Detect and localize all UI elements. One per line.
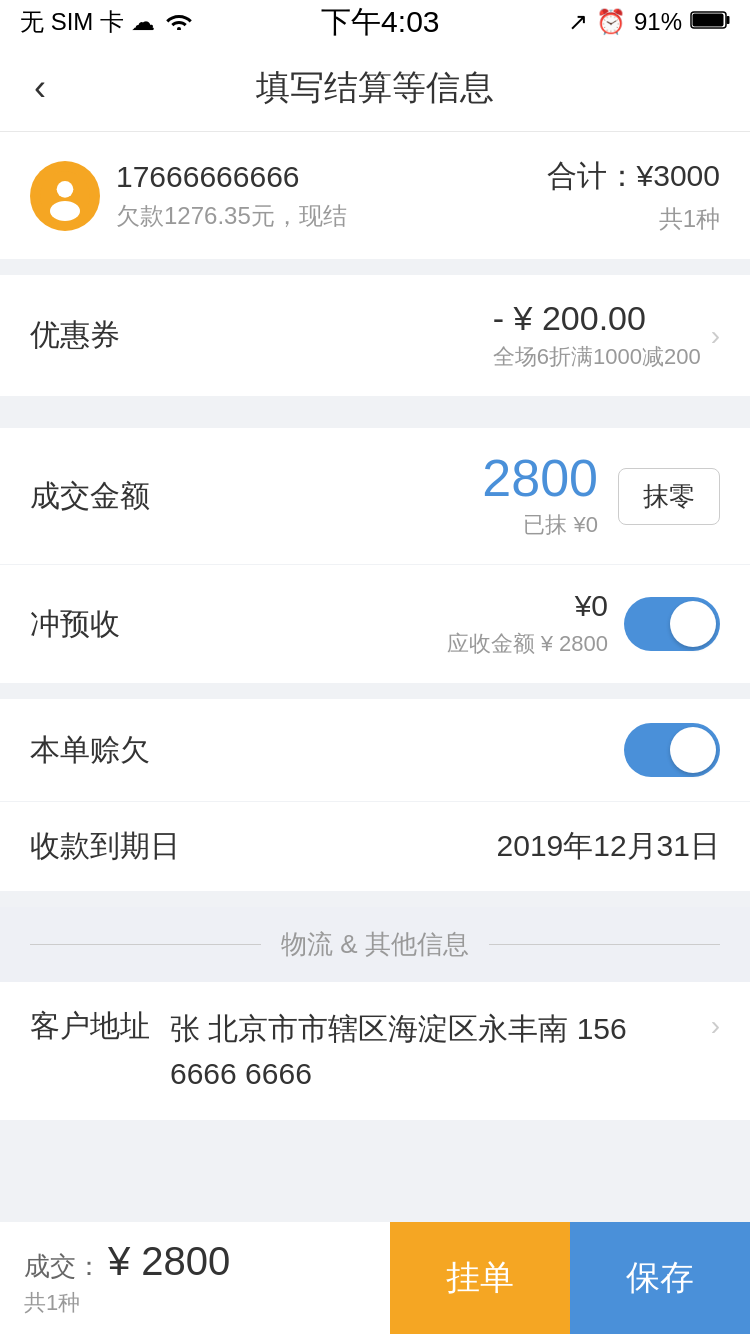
page-title: 填写结算等信息 bbox=[256, 65, 494, 111]
bottom-deal-amount: ¥ 2800 bbox=[108, 1239, 230, 1284]
advance-right: ¥0 应收金额 ¥ 2800 bbox=[447, 589, 720, 659]
address-label: 客户地址 bbox=[30, 1006, 150, 1047]
sim-label: 无 SIM 卡 ☁ bbox=[20, 6, 155, 38]
logistics-divider: 物流 & 其他信息 bbox=[0, 907, 750, 982]
nav-bar: ‹ 填写结算等信息 bbox=[0, 44, 750, 132]
back-button[interactable]: ‹ bbox=[24, 57, 56, 119]
save-button[interactable]: 保存 bbox=[570, 1222, 750, 1334]
deal-amount-label: 成交金额 bbox=[30, 476, 150, 517]
customer-phone: 17666666666 bbox=[116, 160, 347, 194]
bottom-deal-label: 成交： bbox=[24, 1249, 102, 1284]
address-row[interactable]: 客户地址 张 北京市市辖区海淀区永丰南 156 6666 6666 › bbox=[0, 982, 750, 1120]
location-icon: ↗ bbox=[568, 8, 588, 36]
svg-point-6 bbox=[50, 201, 80, 221]
due-date-label: 收款到期日 bbox=[30, 826, 180, 867]
advance-amounts: ¥0 应收金额 ¥ 2800 bbox=[447, 589, 608, 659]
section-divider-1 bbox=[0, 412, 750, 428]
advance-row: 冲预收 ¥0 应收金额 ¥ 2800 bbox=[0, 565, 750, 683]
deferred-toggle[interactable] bbox=[624, 723, 720, 777]
logistics-label: 物流 & 其他信息 bbox=[281, 927, 469, 962]
status-bar: 无 SIM 卡 ☁ 下午4:03 ↗ ⏰ 91% bbox=[0, 0, 750, 44]
bottom-deal-line: 成交： ¥ 2800 bbox=[24, 1239, 366, 1284]
toggle-thumb bbox=[670, 601, 716, 647]
bottom-info: 成交： ¥ 2800 共1种 bbox=[0, 1239, 390, 1318]
status-left: 无 SIM 卡 ☁ bbox=[20, 6, 193, 38]
customer-details: 17666666666 欠款1276.35元，现结 bbox=[116, 160, 347, 232]
advance-label: 冲预收 bbox=[30, 604, 120, 645]
form-section-2: 本单赊欠 收款到期日 2019年12月31日 bbox=[0, 699, 750, 891]
total-amount: 合计：¥3000 bbox=[547, 156, 720, 197]
divider-line-right bbox=[489, 944, 720, 945]
coupon-discount: - ¥ 200.00 bbox=[493, 299, 701, 338]
customer-card: 17666666666 欠款1276.35元，现结 合计：¥3000 共1种 bbox=[0, 132, 750, 259]
coupon-right: - ¥ 200.00 全场6折满1000减200 › bbox=[493, 299, 720, 372]
deal-amount-sub: 已抹 ¥0 bbox=[523, 510, 598, 540]
svg-point-0 bbox=[177, 27, 181, 30]
chevron-right-icon: › bbox=[711, 320, 720, 352]
due-date-row: 收款到期日 2019年12月31日 bbox=[0, 802, 750, 891]
svg-rect-2 bbox=[726, 16, 729, 24]
hold-button[interactable]: 挂单 bbox=[390, 1222, 570, 1334]
deferred-toggle-thumb bbox=[670, 727, 716, 773]
coupon-label: 优惠券 bbox=[30, 315, 120, 356]
deferred-row: 本单赊欠 bbox=[0, 699, 750, 802]
section-divider-2 bbox=[0, 683, 750, 699]
divider-line-left bbox=[30, 944, 261, 945]
customer-debt: 欠款1276.35元，现结 bbox=[116, 200, 347, 232]
deal-amount-value: 2800 bbox=[482, 452, 598, 504]
due-date-value: 2019年12月31日 bbox=[497, 826, 720, 867]
coupon-desc: 全场6折满1000减200 bbox=[493, 342, 701, 372]
form-section-1: 成交金额 2800 已抹 ¥0 抹零 冲预收 ¥0 应收金额 ¥ 2800 bbox=[0, 428, 750, 683]
svg-point-5 bbox=[57, 181, 74, 198]
coupon-row[interactable]: 优惠券 - ¥ 200.00 全场6折满1000减200 › bbox=[0, 275, 750, 396]
receivable-amount: 应收金额 ¥ 2800 bbox=[447, 629, 608, 659]
wifi-icon bbox=[165, 8, 193, 36]
deal-amount-value-area: 2800 已抹 ¥0 抹零 bbox=[482, 452, 720, 540]
battery-percent: 91% bbox=[634, 8, 682, 36]
bottom-count: 共1种 bbox=[24, 1288, 366, 1318]
svg-rect-3 bbox=[692, 14, 723, 27]
deal-amount-right: 2800 已抹 ¥0 bbox=[482, 452, 598, 540]
advance-amount: ¥0 bbox=[575, 589, 608, 623]
status-right: ↗ ⏰ 91% bbox=[568, 8, 730, 36]
round-down-button[interactable]: 抹零 bbox=[618, 468, 720, 525]
total-count: 共1种 bbox=[547, 203, 720, 235]
advance-toggle[interactable] bbox=[624, 597, 720, 651]
address-chevron-icon: › bbox=[711, 1010, 720, 1042]
deferred-label: 本单赊欠 bbox=[30, 730, 150, 771]
status-time: 下午4:03 bbox=[321, 2, 439, 43]
battery-icon bbox=[690, 8, 730, 36]
bottom-bar: 成交： ¥ 2800 共1种 挂单 保存 bbox=[0, 1222, 750, 1334]
customer-total: 合计：¥3000 共1种 bbox=[547, 156, 720, 235]
deal-amount-row: 成交金额 2800 已抹 ¥0 抹零 bbox=[0, 428, 750, 565]
section-divider-3 bbox=[0, 891, 750, 907]
customer-info-left: 17666666666 欠款1276.35元，现结 bbox=[30, 160, 347, 232]
address-value: 张 北京市市辖区海淀区永丰南 156 6666 6666 bbox=[170, 1006, 691, 1096]
avatar bbox=[30, 161, 100, 231]
alarm-icon: ⏰ bbox=[596, 8, 626, 36]
